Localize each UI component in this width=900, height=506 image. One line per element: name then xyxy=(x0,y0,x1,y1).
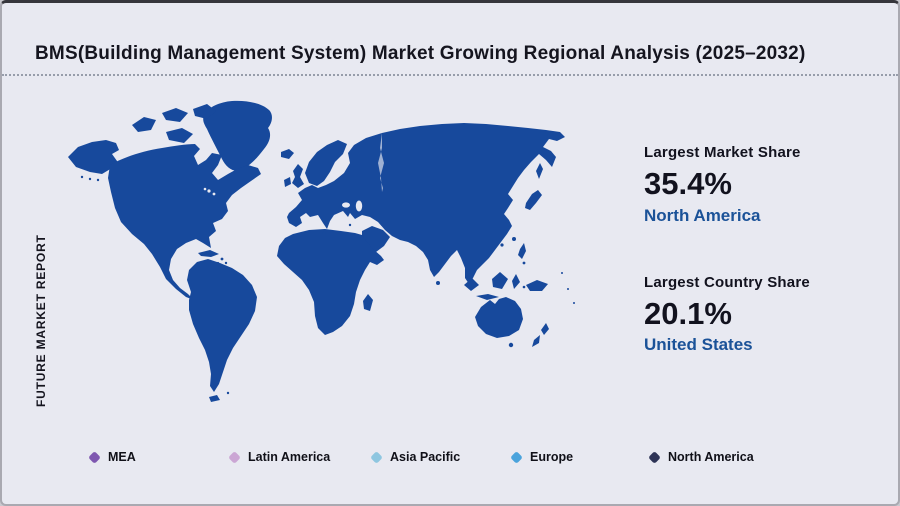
stat-largest-country-share: Largest Country Share 20.1% United State… xyxy=(644,274,894,356)
stat-label: Largest Country Share xyxy=(644,273,810,291)
brand-watermark: FUTURE MARKET REPORT xyxy=(34,234,48,408)
world-map xyxy=(68,100,575,402)
legend-label: North America xyxy=(668,450,754,464)
legend-dot-icon xyxy=(88,450,101,464)
legend-item-north-america: North America xyxy=(648,450,754,464)
map-south-america xyxy=(187,259,257,392)
legend-dot-icon xyxy=(510,450,523,464)
page-title: BMS(Building Management System) Market G… xyxy=(35,43,806,64)
legend-dot-icon xyxy=(370,450,383,464)
legend-item-mea: MEA xyxy=(88,450,136,464)
legend-label: Asia Pacific xyxy=(390,450,461,464)
legend-item-latin-america: Latin America xyxy=(228,450,331,464)
legend-label: Europe xyxy=(530,450,574,464)
legend-item-asia-pacific: Asia Pacific xyxy=(370,450,461,464)
map-africa xyxy=(277,229,384,335)
stat-label: Largest Market Share xyxy=(644,144,801,161)
legend-label: Latin America xyxy=(248,450,331,464)
legend-dot-icon xyxy=(648,450,661,464)
stats-panel: Largest Market Share 35.4% North America… xyxy=(644,144,894,355)
legend-item-europe: Europe xyxy=(510,450,574,464)
map-australia xyxy=(475,297,523,338)
stat-value: 35.4% xyxy=(644,166,732,201)
stat-largest-market-share: Largest Market Share 35.4% North America xyxy=(644,144,894,226)
legend-dot-icon xyxy=(228,450,241,464)
legend-label: MEA xyxy=(108,450,136,464)
stat-value: 20.1% xyxy=(644,295,732,331)
dotted-separator xyxy=(2,74,898,76)
stat-region: United States xyxy=(644,335,753,355)
infographic-frame: BMS(Building Management System) Market G… xyxy=(0,0,900,506)
stat-region: North America xyxy=(644,205,761,225)
